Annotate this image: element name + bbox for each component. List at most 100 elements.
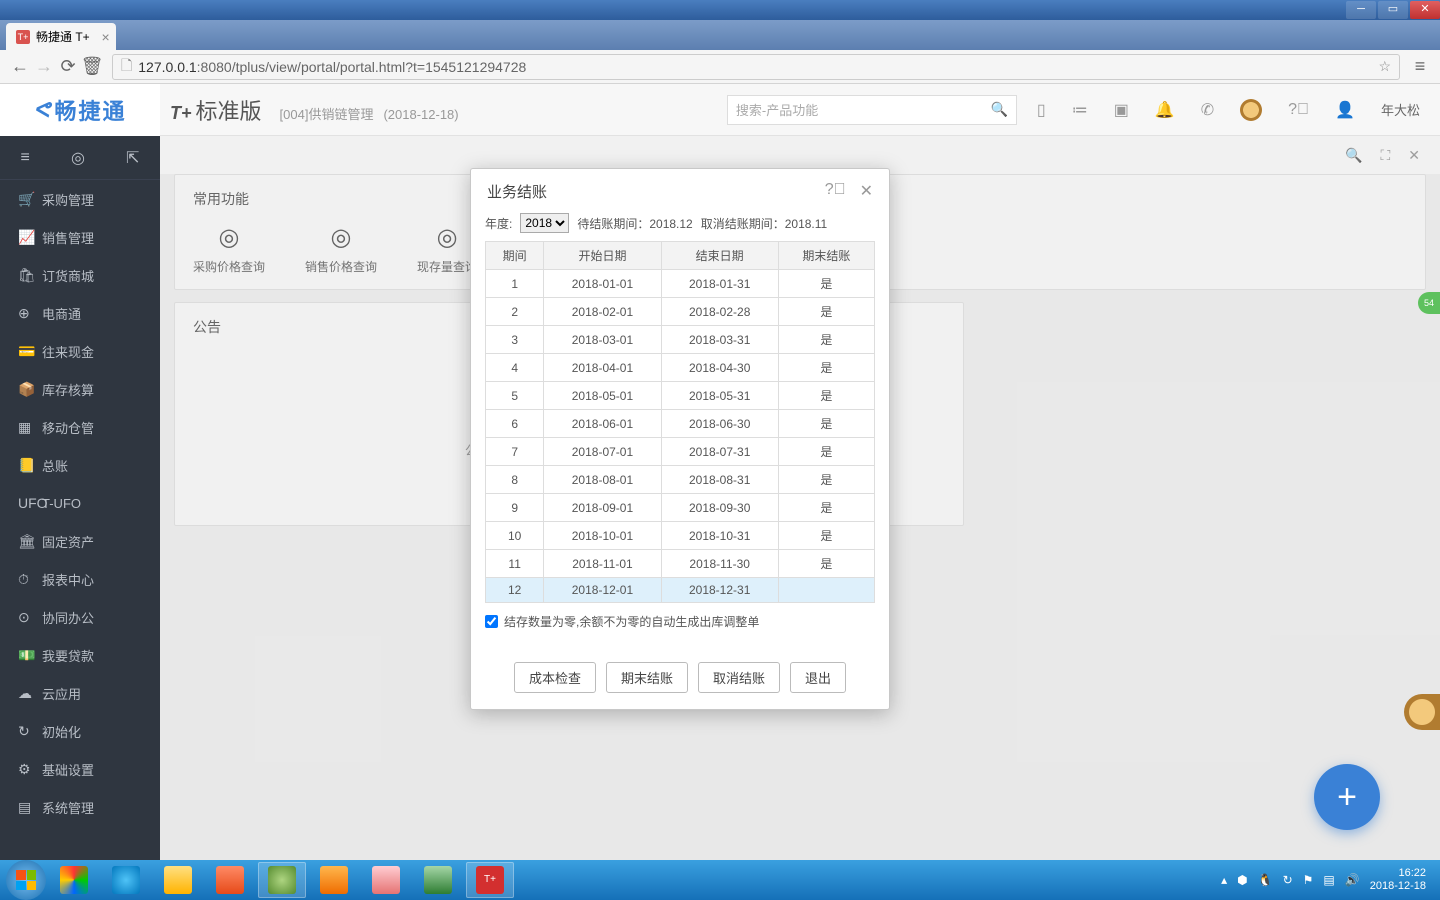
table-cell: 2018-12-01 [544,578,661,603]
close-icon[interactable]: ✕ [860,181,873,201]
table-row[interactable]: 102018-10-012018-10-31是 [486,522,875,550]
task-item-browser[interactable] [258,862,306,898]
sidebar-item[interactable]: ↻初始化 [0,712,160,750]
table-row[interactable]: 72018-07-012018-07-31是 [486,438,875,466]
sidebar-item[interactable]: 💳往来现金 [0,332,160,370]
task-item[interactable] [50,862,98,898]
menu-icon[interactable]: ≡ [1408,56,1432,77]
table-header: 期末结账 [778,242,874,270]
sidebar-item[interactable]: 📦库存核算 [0,370,160,408]
add-fab[interactable]: + [1314,764,1380,830]
table-row[interactable]: 122018-12-012018-12-31 [486,578,875,603]
phone-icon[interactable]: ✆ [1201,100,1214,120]
table-row[interactable]: 42018-04-012018-04-30是 [486,354,875,382]
table-row[interactable]: 92018-09-012018-09-30是 [486,494,875,522]
sidebar-item[interactable]: 🛒采购管理 [0,180,160,218]
sidebar-label: 移动仓管 [42,418,94,437]
table-row[interactable]: 32018-03-012018-03-31是 [486,326,875,354]
sidebar-item[interactable]: 📈销售管理 [0,218,160,256]
table-cell: 是 [778,326,874,354]
sidebar-item[interactable]: 📒总账 [0,446,160,484]
table-row[interactable]: 112018-11-012018-11-30是 [486,550,875,578]
table-row[interactable]: 12018-01-012018-01-31是 [486,270,875,298]
star-icon[interactable]: ☆ [1378,58,1391,75]
window-close-button[interactable]: ✕ [1410,1,1440,19]
sidebar-item[interactable]: 🏛固定资产 [0,522,160,560]
sidebar-label: 订货商城 [42,266,94,285]
window-minimize-button[interactable]: ─ [1346,1,1376,19]
dialog-button[interactable]: 期末结账 [606,662,688,693]
expand-icon[interactable]: ⇱ [126,148,139,168]
sidebar-icon: 🛍 [18,267,42,284]
window-maximize-button[interactable]: ▭ [1378,1,1408,19]
table-row[interactable]: 62018-06-012018-06-30是 [486,410,875,438]
forward-button[interactable]: → [32,56,56,77]
sidebar-item[interactable]: ⚙基础设置 [0,750,160,788]
assistant-peek-icon[interactable] [1404,694,1440,730]
dialog-button[interactable]: 成本检查 [514,662,596,693]
task-item[interactable] [362,862,410,898]
table-row[interactable]: 52018-05-012018-05-31是 [486,382,875,410]
sidebar-item[interactable]: ⊕电商通 [0,294,160,332]
sidebar-item[interactable]: ⏱报表中心 [0,560,160,598]
sidebar-item[interactable]: ☁云应用 [0,674,160,712]
table-cell: 2018-12-31 [661,578,778,603]
taskbar-clock[interactable]: 16:22 2018-12-18 [1370,867,1426,893]
chat-icon[interactable]: ▣ [1114,100,1129,120]
browser-tab[interactable]: T+ 畅捷通 T+ × [6,23,116,50]
task-item-ie[interactable] [102,862,150,898]
tray-volume-icon[interactable]: 🔊 [1345,873,1360,887]
sidebar-item[interactable]: ▦移动仓管 [0,408,160,446]
dialog-button[interactable]: 退出 [790,662,846,693]
tray-flag-icon[interactable]: ⚑ [1303,873,1314,887]
logo: ᕙ 畅捷通 [0,84,160,136]
task-item-explorer[interactable] [154,862,202,898]
back-button[interactable]: ← [8,56,32,77]
target-icon[interactable]: ◎ [71,148,85,168]
year-select[interactable]: 2018 [520,213,569,233]
task-item-tplus[interactable]: T+ [466,862,514,898]
table-cell: 是 [778,550,874,578]
task-item-media[interactable] [206,862,254,898]
task-item-excel[interactable] [414,862,462,898]
sidebar-icon: 📈 [18,229,42,246]
help-icon[interactable]: ?⃝ [1288,101,1309,119]
auto-adjust-checkbox[interactable]: 结存数量为零,余额不为零的自动生成出库调整单 [485,613,875,630]
search-input[interactable]: 搜索-产品功能 🔍 [727,95,1017,125]
sidebar-icon: 💳 [18,343,42,360]
menu-icon[interactable]: ≡ [21,149,30,167]
assistant-icon[interactable] [1240,99,1262,121]
side-badge[interactable]: 54 [1418,292,1440,314]
tray-qq-icon[interactable]: 🐧 [1258,873,1273,887]
tray-sync-icon[interactable]: ↻ [1283,873,1293,887]
tray-icon[interactable]: ⬢ [1237,873,1247,887]
help-icon[interactable]: ?⃝ [825,181,846,201]
tab-close-icon[interactable]: × [102,29,110,45]
sidebar-item[interactable]: UFOT-UFO [0,484,160,522]
tray-input-icon[interactable]: ▤ [1323,873,1334,887]
checkbox-input[interactable] [485,615,498,628]
dialog-button[interactable]: 取消结账 [698,662,780,693]
user-icon[interactable]: 👤 [1335,100,1355,120]
table-row[interactable]: 22018-02-012018-02-28是 [486,298,875,326]
list-icon[interactable]: ≔ [1072,100,1088,120]
sidebar-item[interactable]: ⊙协同办公 [0,598,160,636]
reload-button[interactable]: ⟳ [56,56,80,77]
tray-up-icon[interactable]: ▴ [1221,873,1227,887]
taskbar: T+ ▴ ⬢ 🐧 ↻ ⚑ ▤ 🔊 16:22 2018-12-18 [0,860,1440,900]
mobile-icon[interactable]: ▯ [1037,100,1046,120]
table-header: 开始日期 [544,242,661,270]
address-bar[interactable]: 🗋 127.0.0.1:8080/tplus/view/portal/porta… [112,54,1400,80]
start-button[interactable] [6,860,46,900]
search-icon[interactable]: 🔍 [990,101,1007,118]
table-cell: 2018-11-30 [661,550,778,578]
sidebar-item[interactable]: 🛍订货商城 [0,256,160,294]
sidebar-icon: ↻ [18,723,42,740]
table-row[interactable]: 82018-08-012018-08-31是 [486,466,875,494]
trash-icon[interactable]: 🗑 [80,56,104,77]
sidebar-item[interactable]: ▤系统管理 [0,788,160,826]
user-name[interactable]: 年大松 [1381,100,1420,119]
sidebar-item[interactable]: 💵我要贷款 [0,636,160,674]
task-item[interactable] [310,862,358,898]
bell-icon[interactable]: 🔔 [1155,100,1175,120]
